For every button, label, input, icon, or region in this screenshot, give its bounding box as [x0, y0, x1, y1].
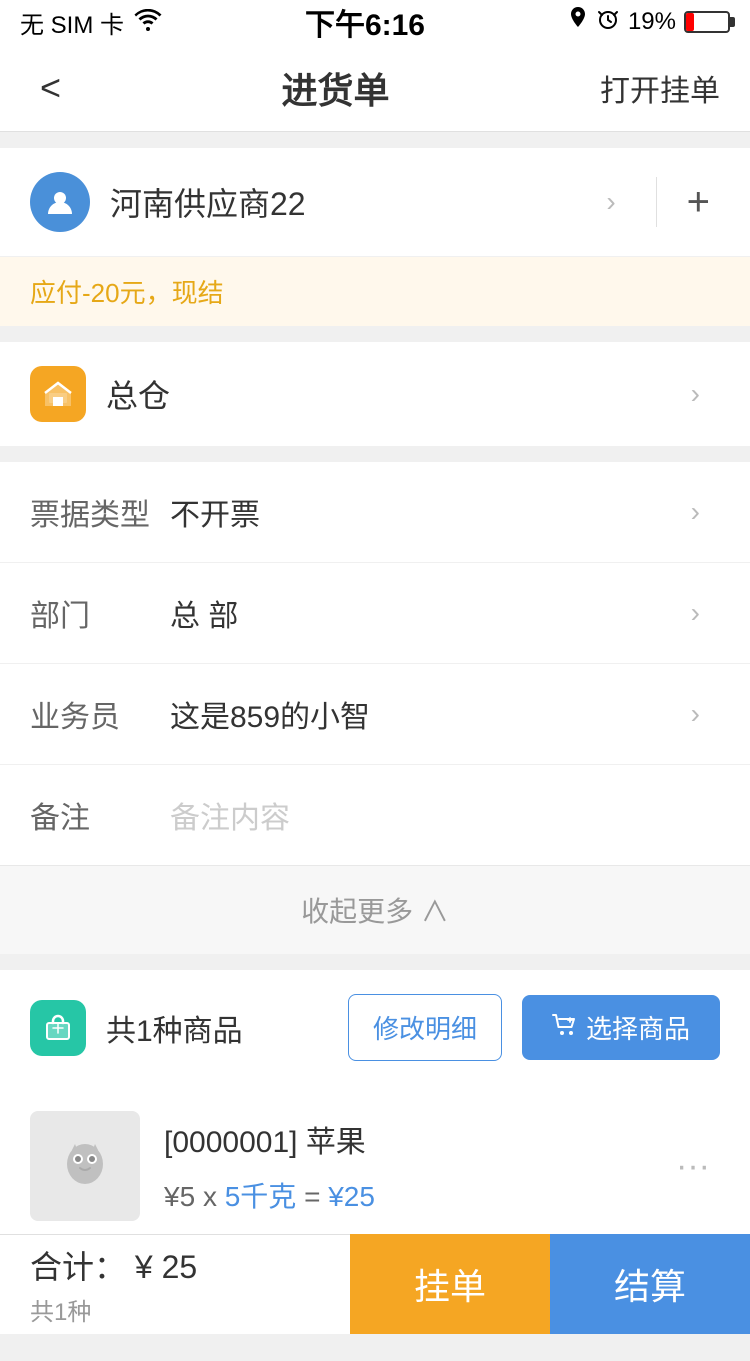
invoice-label: 票据类型 [30, 490, 170, 534]
warehouse-icon [30, 366, 86, 422]
invoice-row[interactable]: 票据类型 不开票 › [0, 462, 750, 562]
dept-label: 部门 [30, 591, 170, 635]
edit-detail-button[interactable]: 修改明细 [348, 994, 502, 1061]
dept-chevron-icon: › [691, 597, 700, 629]
owl-logo-icon [50, 1128, 120, 1205]
product-info: [0000001] 苹果 ¥5 x 5千克 = ¥25 [164, 1117, 642, 1215]
remark-row[interactable]: 备注 备注内容 [0, 764, 750, 865]
supplier-name: 河南供应商22 [110, 179, 606, 225]
hang-button[interactable]: 挂单 [350, 1234, 550, 1334]
collapse-button[interactable]: 收起更多 ∧ [0, 865, 750, 954]
product-name: [0000001] 苹果 [164, 1117, 642, 1161]
product-price: ¥5 x 5千克 = ¥25 [164, 1175, 642, 1215]
warehouse-section: 总仓 › [0, 342, 750, 446]
battery-percentage: 19% [628, 8, 676, 36]
dept-row[interactable]: 部门 总 部 › [0, 562, 750, 663]
product-header: 共1种商品 修改明细 选择商品 [0, 970, 750, 1085]
nav-bar: < 进货单 打开挂单 [0, 44, 750, 132]
status-left: 无 SIM 卡 [20, 5, 162, 40]
supplier-chevron-icon: › [606, 186, 615, 218]
product-total: ¥25 [328, 1181, 375, 1212]
supplier-notice: 应付-20元，现结 [0, 257, 750, 326]
status-right: 19% [568, 7, 730, 38]
total-amount: ¥ 25 [135, 1249, 197, 1285]
product-thumbnail [30, 1111, 140, 1221]
product-bag-icon [30, 1000, 86, 1056]
select-product-label: 选择商品 [586, 1009, 690, 1046]
total-main: 合计： ¥ 25 [30, 1242, 320, 1288]
total-sub: 共1种 [30, 1292, 320, 1327]
product-section: 共1种商品 修改明细 选择商品 [0, 970, 750, 1245]
invoice-chevron-icon: › [691, 496, 700, 528]
product-more-button[interactable]: ··· [666, 1137, 720, 1196]
battery-icon [684, 11, 730, 33]
sim-text: 无 SIM 卡 [20, 5, 124, 40]
remark-input[interactable]: 备注内容 [170, 793, 720, 837]
cart-icon [552, 1012, 578, 1043]
supplier-divider [656, 177, 657, 227]
warehouse-name: 总仓 [106, 371, 691, 417]
supplier-row[interactable]: 河南供应商22 › + [0, 148, 750, 257]
page-title: 进货单 [282, 62, 390, 114]
form-section: 票据类型 不开票 › 部门 总 部 › 业务员 这是859的小智 › 备注 备注… [0, 462, 750, 954]
product-item: [0000001] 苹果 ¥5 x 5千克 = ¥25 ··· [0, 1087, 750, 1245]
footer-total: 合计： ¥ 25 共1种 [0, 1234, 350, 1334]
sales-row[interactable]: 业务员 这是859的小智 › [0, 663, 750, 764]
settle-button[interactable]: 结算 [550, 1234, 750, 1334]
location-icon [568, 7, 588, 38]
sales-label: 业务员 [30, 692, 170, 736]
wifi-icon [134, 7, 162, 38]
add-supplier-button[interactable]: + [677, 180, 720, 225]
open-hang-button[interactable]: 打开挂单 [600, 66, 720, 110]
footer: 合计： ¥ 25 共1种 挂单 结算 [0, 1234, 750, 1334]
dept-value: 总 部 [170, 591, 691, 635]
supplier-section: 河南供应商22 › + 应付-20元，现结 [0, 148, 750, 326]
sales-chevron-icon: › [691, 698, 700, 730]
status-bar: 无 SIM 卡 下午6:16 19% [0, 0, 750, 44]
sales-value: 这是859的小智 [170, 692, 691, 736]
total-label: 合计： [30, 1249, 126, 1285]
invoice-value: 不开票 [170, 490, 691, 534]
product-qty: 5千克 [225, 1181, 297, 1212]
warehouse-chevron-icon: › [691, 378, 700, 410]
alarm-icon [596, 7, 620, 38]
product-count: 共1种商品 [106, 1006, 328, 1050]
select-product-button[interactable]: 选择商品 [522, 995, 720, 1060]
back-button[interactable]: < [30, 57, 71, 119]
supplier-avatar [30, 172, 90, 232]
status-time: 下午6:16 [305, 0, 425, 44]
warehouse-row[interactable]: 总仓 › [0, 342, 750, 446]
remark-label: 备注 [30, 793, 170, 837]
